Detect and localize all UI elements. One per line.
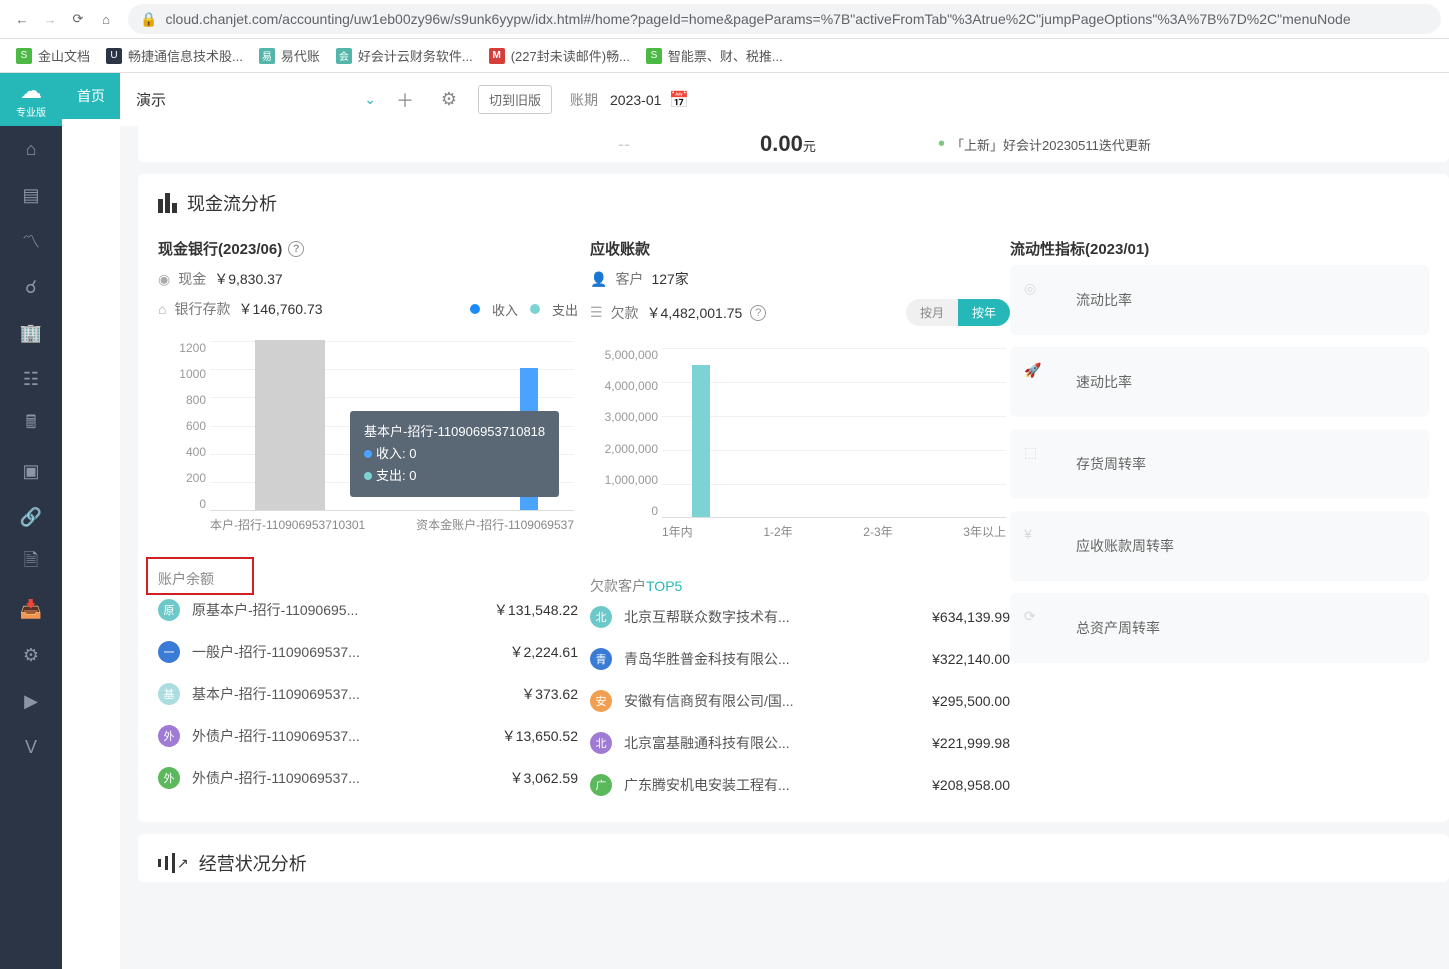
url-text: cloud.chanjet.com/accounting/uw1eb00zy96… <box>165 11 1350 27</box>
update-notification[interactable]: • 「上新」好会计20230511迭代更新 <box>938 133 1151 156</box>
cash-bank-column: 现金银行(2023/06) ? ◉ 现金 ￥9,830.37 ⌂ 银行存款 ￥1… <box>158 238 578 806</box>
account-row[interactable]: 外外债户-招行-1109069537...￥3,062.59 <box>158 757 578 799</box>
account-row[interactable]: 基基本户-招行-1109069537...￥373.62 <box>158 673 578 715</box>
rocket-icon: 🚀 <box>1024 362 1064 402</box>
balance-header: 账户余额 <box>158 569 578 589</box>
topbar: 演示 ⌄ ＋ ⚙ 切到旧版 账期 2023-01 📅 <box>120 73 1449 126</box>
bookmark-item[interactable]: 会好会计云财务软件... <box>328 42 481 69</box>
rail-image-icon[interactable]: ▣ <box>0 448 62 494</box>
app-root: ☁ 专业版 ⌂ ▤ 〽 ☌ 🏢 ☷ 🖩 ▣ 🔗 🗎 📥 ⚙ ▶ V 首页 演示 … <box>0 73 1449 969</box>
app-logo[interactable]: ☁ 专业版 <box>0 73 62 126</box>
yen-icon: ¥ <box>1024 526 1064 566</box>
customer-icon: 👤 <box>590 271 607 288</box>
cloud-icon: ☁ <box>20 80 42 102</box>
period-toggle[interactable]: 按月 按年 <box>906 299 1010 326</box>
operations-title: 经营状况分析 <box>199 850 307 876</box>
bullet-icon: • <box>938 133 945 156</box>
growth-icon: ↗ <box>158 853 189 873</box>
bookmark-item[interactable]: U畅捷通信息技术股... <box>98 42 251 69</box>
home-tab[interactable]: 首页 <box>62 73 120 119</box>
forward-button[interactable]: → <box>36 5 64 33</box>
rail-voucher-icon[interactable]: ▤ <box>0 172 62 218</box>
browser-toolbar: ← → ⟳ ⌂ 🔒 cloud.chanjet.com/accounting/u… <box>0 0 1449 39</box>
receivable-chart: 5,000,0004,000,0003,000,0002,000,0001,00… <box>590 348 1010 558</box>
calendar-icon[interactable]: 📅 <box>669 90 689 110</box>
rail-building-icon[interactable]: 🏢 <box>0 310 62 356</box>
rail-gear-icon[interactable]: ⚙ <box>0 632 62 678</box>
legend-expense-dot <box>530 304 540 314</box>
indicator-card[interactable]: ¥应收账款周转率 <box>1010 511 1429 581</box>
org-selector[interactable]: 演示 ⌄ <box>136 83 376 116</box>
liquidity-title: 流动性指标(2023/01) <box>1010 238 1149 259</box>
lock-icon: 🔒 <box>140 11 157 28</box>
rail-list-icon[interactable]: ☷ <box>0 356 62 402</box>
legend-income-dot <box>470 304 480 314</box>
chart-tooltip: 基本户-招行-110906953710818 收入: 0 支出: 0 <box>350 411 559 497</box>
rail-inbox-icon[interactable]: 📥 <box>0 586 62 632</box>
add-button[interactable]: ＋ <box>390 85 420 115</box>
help-icon[interactable]: ? <box>288 241 304 257</box>
dash-value: -- <box>618 134 630 155</box>
back-button[interactable]: ← <box>8 5 36 33</box>
rail-play-icon[interactable]: ▶ <box>0 678 62 724</box>
ratio-icon: ◎ <box>1024 280 1064 320</box>
indicator-card[interactable]: 🚀速动比率 <box>1010 347 1429 417</box>
account-row[interactable]: 原原基本户-招行-11090695...￥131,548.22 <box>158 589 578 631</box>
cash-bank-title: 现金银行(2023/06) <box>158 238 282 259</box>
cash-bank-chart: 1200 1000 800 600 400 200 0 <box>158 341 578 551</box>
debtor-row[interactable]: 北北京富基融通科技有限公...¥221,999.98 <box>590 722 1010 764</box>
chart-bar <box>692 365 710 517</box>
help-icon[interactable]: ? <box>750 305 766 321</box>
rail-home-icon[interactable]: ⌂ <box>0 126 62 172</box>
period-label: 账期 <box>570 90 598 110</box>
url-bar[interactable]: 🔒 cloud.chanjet.com/accounting/uw1eb00zy… <box>128 4 1441 34</box>
account-row[interactable]: 外外债户-招行-1109069537...￥13,650.52 <box>158 715 578 757</box>
operations-card: ↗ 经营状况分析 <box>138 834 1449 882</box>
top-summary-strip: -- 0.00元 • 「上新」好会计20230511迭代更新 <box>138 126 1449 162</box>
bookmark-item[interactable]: M(227封未读邮件)畅... <box>481 42 638 69</box>
strip-amount: 0.00元 <box>760 131 816 157</box>
content: -- 0.00元 • 「上新」好会计20230511迭代更新 现金流分析 <box>120 126 1449 969</box>
rail-calc-icon[interactable]: 🖩 <box>0 402 62 448</box>
cashflow-card: 现金流分析 现金银行(2023/06) ? ◉ 现金 ￥9,830.37 <box>138 174 1449 822</box>
ledger-icon: ☰ <box>590 304 603 321</box>
indicator-card[interactable]: ⬚存货周转率 <box>1010 429 1429 499</box>
bars-icon <box>158 193 177 213</box>
liquidity-column: 流动性指标(2023/01) ◎流动比率 🚀速动比率 ⬚存货周转率 ¥应收账款周… <box>1010 238 1429 806</box>
settings-button[interactable]: ⚙ <box>434 85 464 115</box>
sub-rail: 首页 <box>62 73 120 969</box>
debtor-row[interactable]: 北北京互帮联众数字技术有...¥634,139.99 <box>590 596 1010 638</box>
period-value: 2023-01 <box>610 92 661 108</box>
indicator-card[interactable]: ⟳总资产周转率 <box>1010 593 1429 663</box>
rail-link-icon[interactable]: 🔗 <box>0 494 62 540</box>
indicator-card[interactable]: ◎流动比率 <box>1010 265 1429 335</box>
top5-header: 欠款客户TOP5 <box>590 576 1010 596</box>
debtor-row[interactable]: 青青岛华胜普金科技有限公...¥322,140.00 <box>590 638 1010 680</box>
cash-icon: ◉ <box>158 271 170 288</box>
account-row[interactable]: 一一般户-招行-1109069537...￥2,224.61 <box>158 631 578 673</box>
bookmark-item[interactable]: 易易代账 <box>251 42 328 69</box>
home-button[interactable]: ⌂ <box>92 5 120 33</box>
cashflow-title: 现金流分析 <box>187 190 277 216</box>
reload-button[interactable]: ⟳ <box>64 5 92 33</box>
bank-icon: ⌂ <box>158 301 166 317</box>
main-area: 演示 ⌄ ＋ ⚙ 切到旧版 账期 2023-01 📅 -- 0.00元 • 「上… <box>120 73 1449 969</box>
chevron-down-icon: ⌄ <box>364 91 376 108</box>
bookmarks-bar: S金山文档 U畅捷通信息技术股... 易易代账 会好会计云财务软件... M(2… <box>0 39 1449 73</box>
cube-icon: ⬚ <box>1024 444 1064 484</box>
debtor-row[interactable]: 广广东腾安机电安装工程有...¥208,958.00 <box>590 764 1010 806</box>
bookmark-item[interactable]: S智能票、财、税推... <box>638 42 791 69</box>
receivable-title: 应收账款 <box>590 238 650 259</box>
bookmark-item[interactable]: S金山文档 <box>8 42 98 69</box>
rail-v-icon[interactable]: V <box>0 724 62 770</box>
debtor-row[interactable]: 安安徽有信商贸有限公司/国...¥295,500.00 <box>590 680 1010 722</box>
switch-old-button[interactable]: 切到旧版 <box>478 85 552 114</box>
rail-money-icon[interactable]: ☌ <box>0 264 62 310</box>
asset-icon: ⟳ <box>1024 608 1064 648</box>
rail-report-icon[interactable]: 〽 <box>0 218 62 264</box>
side-rail: ☁ 专业版 ⌂ ▤ 〽 ☌ 🏢 ☷ 🖩 ▣ 🔗 🗎 📥 ⚙ ▶ V <box>0 73 62 969</box>
receivable-column: 应收账款 👤 客户 127家 ☰ 欠款 ￥4,482,001.75 ? <box>590 238 1010 806</box>
rail-doc-icon[interactable]: 🗎 <box>0 540 62 586</box>
